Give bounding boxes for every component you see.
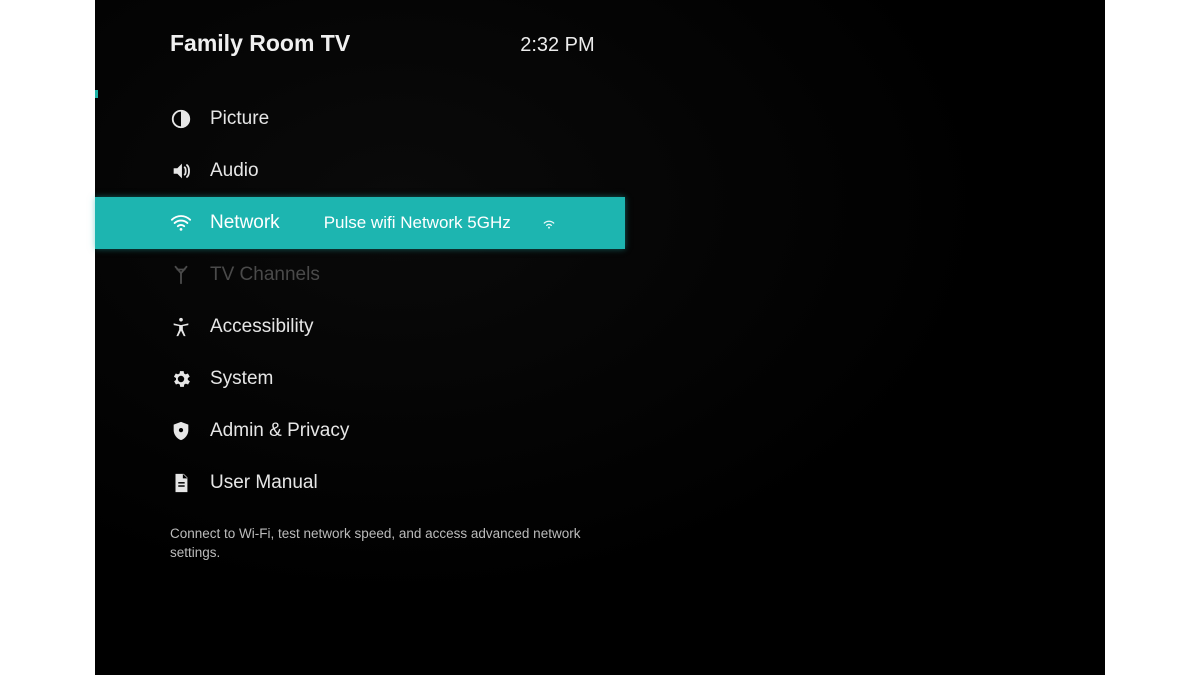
menu-hint-text: Connect to Wi-Fi, test network speed, an… bbox=[95, 525, 595, 563]
menu-item-label: Admin & Privacy bbox=[210, 420, 349, 442]
clock-time: 2:32 PM bbox=[520, 34, 594, 57]
menu-item-label: System bbox=[210, 368, 273, 390]
wifi-small-icon bbox=[541, 215, 557, 231]
tv-settings-screen: Family Room TV 2:32 PM Picture Audio Net… bbox=[95, 0, 1105, 675]
menu-item-user-manual[interactable]: User Manual bbox=[95, 457, 625, 509]
menu-item-network[interactable]: Network Pulse wifi Network 5GHz bbox=[95, 197, 625, 249]
menu-item-label: Audio bbox=[210, 160, 259, 182]
left-edge-accent bbox=[95, 90, 98, 98]
menu-item-picture[interactable]: Picture bbox=[95, 93, 625, 145]
accessibility-icon bbox=[170, 316, 192, 338]
menu-item-accessibility[interactable]: Accessibility bbox=[95, 301, 625, 353]
menu-item-audio[interactable]: Audio bbox=[95, 145, 625, 197]
menu-item-tv-channels[interactable]: TV Channels bbox=[95, 249, 625, 301]
menu-item-admin-privacy[interactable]: Admin & Privacy bbox=[95, 405, 625, 457]
antenna-icon bbox=[170, 264, 192, 286]
speaker-icon bbox=[170, 160, 192, 182]
settings-menu: Picture Audio Network Pulse wifi Network… bbox=[95, 93, 625, 509]
menu-item-label: User Manual bbox=[210, 472, 318, 494]
device-name: Family Room TV bbox=[170, 30, 350, 57]
menu-item-system[interactable]: System bbox=[95, 353, 625, 405]
network-connected-value: Pulse wifi Network 5GHz bbox=[324, 213, 511, 233]
menu-item-label: Accessibility bbox=[210, 316, 313, 338]
wifi-icon bbox=[170, 212, 192, 234]
document-icon bbox=[170, 472, 192, 494]
contrast-icon bbox=[170, 108, 192, 130]
menu-item-label: Picture bbox=[210, 108, 269, 130]
gear-icon bbox=[170, 368, 192, 390]
menu-item-label: Network bbox=[210, 212, 280, 234]
menu-item-label: TV Channels bbox=[210, 264, 320, 286]
shield-icon bbox=[170, 420, 192, 442]
header-bar: Family Room TV 2:32 PM bbox=[95, 30, 1105, 57]
